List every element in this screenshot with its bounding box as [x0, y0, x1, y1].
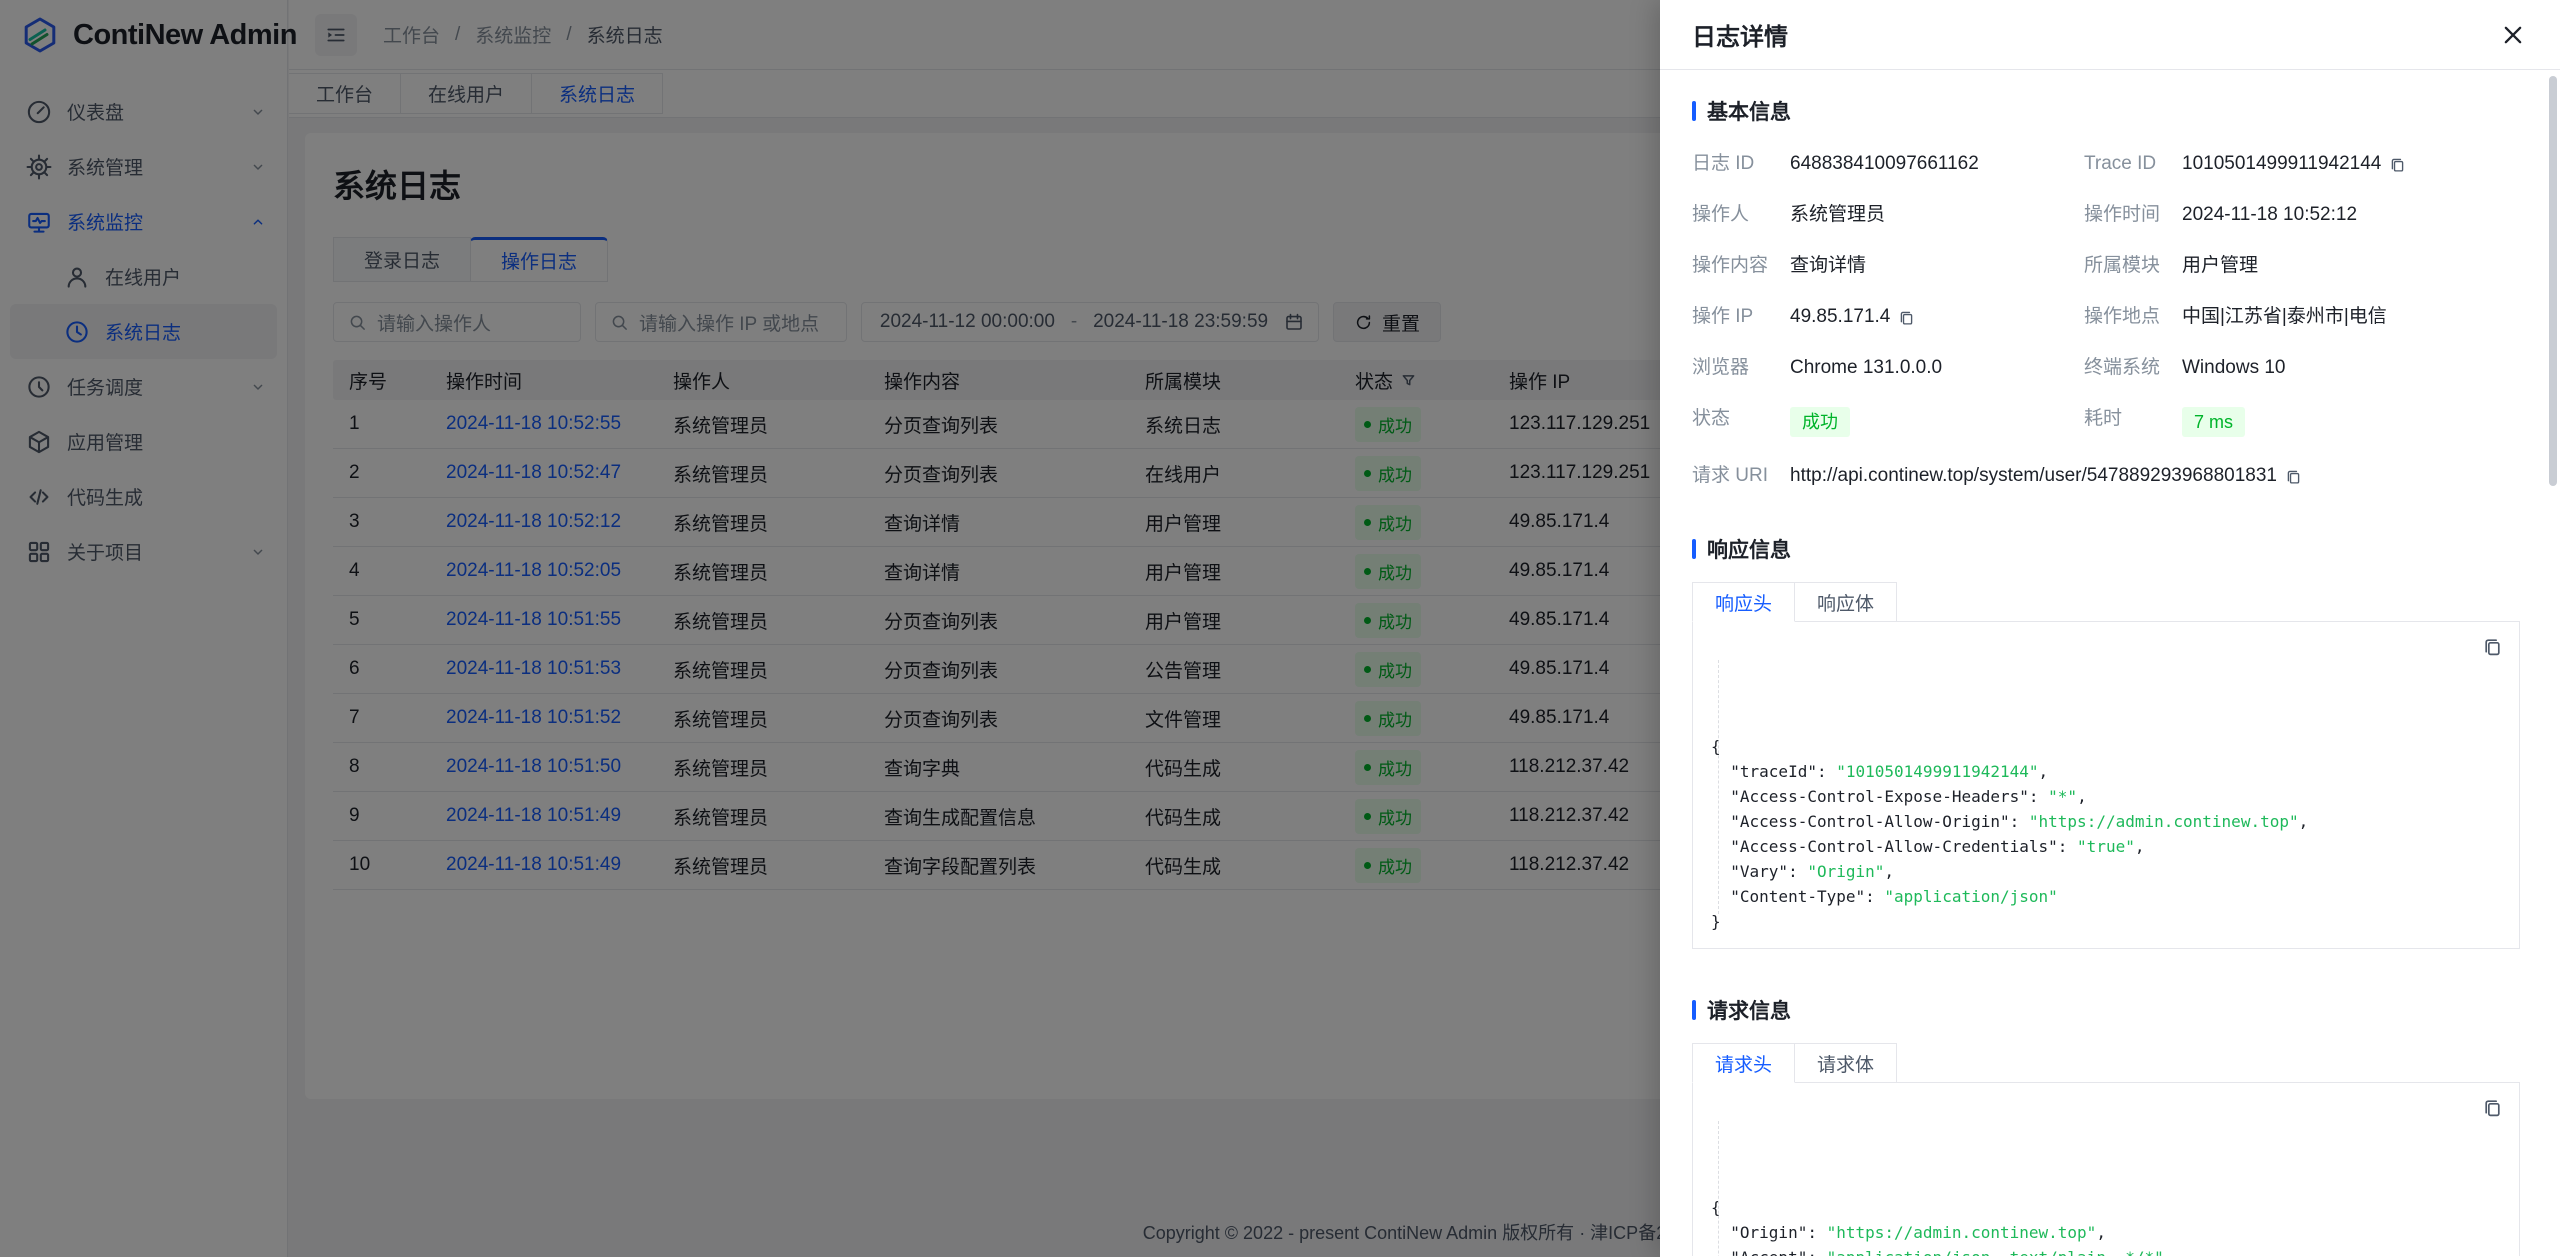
section-response-info: 响应信息	[1692, 534, 2520, 564]
tab-request-headers[interactable]: 请求头	[1692, 1043, 1795, 1083]
location-value: 中国|江苏省|泰州市|电信	[2182, 305, 2387, 329]
browser-value: Chrome 131.0.0.0	[1790, 356, 1942, 380]
code-line: }	[1711, 909, 2501, 934]
code-line: "Vary": "Origin",	[1711, 859, 2501, 884]
code-line: {	[1711, 734, 2501, 759]
drawer-body: 基本信息 日志 ID648838410097661162 Trace ID101…	[1660, 70, 2560, 1256]
code-line: "traceId": "1010501499911942144",	[1711, 759, 2501, 784]
copy-icon[interactable]	[1898, 309, 1915, 326]
basic-info-grid: 日志 ID648838410097661162 Trace ID10105014…	[1692, 152, 2520, 488]
field-label: 操作地点	[2084, 305, 2182, 329]
section-accent-bar	[1692, 1000, 1696, 1020]
log-detail-drawer: 日志详情 基本信息 日志 ID648838410097661162 Trace …	[1660, 0, 2560, 1257]
log-id-value: 648838410097661162	[1790, 152, 1979, 176]
tab-request-body[interactable]: 请求体	[1795, 1043, 1897, 1083]
code-line: "Access-Control-Allow-Credentials": "tru…	[1711, 834, 2501, 859]
module-value: 用户管理	[2182, 254, 2258, 278]
drawer-title: 日志详情	[1692, 17, 1788, 52]
close-icon[interactable]	[2500, 22, 2526, 48]
response-headers-code: { "traceId": "1010501499911942144", "Acc…	[1692, 621, 2520, 949]
field-label: 浏览器	[1692, 356, 1790, 380]
section-basic-info: 基本信息	[1692, 96, 2520, 126]
trace-id-value: 1010501499911942144	[2182, 152, 2381, 176]
field-label: 耗时	[2084, 407, 2182, 437]
operator-value: 系统管理员	[1790, 203, 1885, 227]
ip-value: 49.85.171.4	[1790, 305, 1890, 329]
tab-response-body[interactable]: 响应体	[1795, 582, 1897, 622]
request-uri-value: http://api.continew.top/system/user/5478…	[1790, 464, 2277, 488]
code-line: "Accept": "application/json, text/plain,…	[1711, 1245, 2501, 1256]
code-line: "Access-Control-Allow-Origin": "https://…	[1711, 809, 2501, 834]
section-title: 请求信息	[1707, 995, 1791, 1025]
indent-guide	[1718, 660, 1719, 914]
response-tabs: 响应头 响应体	[1692, 582, 2520, 622]
op-time-value: 2024-11-18 10:52:12	[2182, 203, 2357, 227]
code-line: {	[1711, 1195, 2501, 1220]
request-tabs: 请求头 请求体	[1692, 1043, 2520, 1083]
section-accent-bar	[1692, 101, 1696, 121]
field-label: 操作内容	[1692, 254, 1790, 278]
section-accent-bar	[1692, 539, 1696, 559]
section-request-info: 请求信息	[1692, 995, 2520, 1025]
copy-icon[interactable]	[2285, 468, 2302, 485]
status-badge: 成功	[1790, 407, 1850, 437]
copy-icon[interactable]	[2389, 156, 2406, 173]
os-value: Windows 10	[2182, 356, 2286, 380]
code-line: "Origin": "https://admin.continew.top",	[1711, 1220, 2501, 1245]
action-value: 查询详情	[1790, 254, 1866, 278]
code-line: "Content-Type": "application/json"	[1711, 884, 2501, 909]
field-label: 所属模块	[2084, 254, 2182, 278]
drawer-header: 日志详情	[1660, 0, 2560, 70]
code-line: "Access-Control-Expose-Headers": "*",	[1711, 784, 2501, 809]
field-label: 状态	[1692, 407, 1790, 437]
copy-icon[interactable]	[2482, 636, 2503, 657]
section-title: 基本信息	[1707, 96, 1791, 126]
elapsed-badge: 7 ms	[2182, 407, 2245, 437]
copy-icon[interactable]	[2482, 1097, 2503, 1118]
field-label: Trace ID	[2084, 152, 2182, 176]
field-label: 操作人	[1692, 203, 1790, 227]
field-label: 操作时间	[2084, 203, 2182, 227]
field-label: 日志 ID	[1692, 152, 1790, 176]
field-label: 终端系统	[2084, 356, 2182, 380]
request-headers-code: { "Origin": "https://admin.continew.top"…	[1692, 1082, 2520, 1256]
section-title: 响应信息	[1707, 534, 1791, 564]
drawer-scrollbar[interactable]	[2549, 76, 2557, 486]
indent-guide	[1718, 1121, 1719, 1256]
tab-response-headers[interactable]: 响应头	[1692, 582, 1795, 622]
field-label: 请求 URI	[1692, 464, 1790, 488]
field-label: 操作 IP	[1692, 305, 1790, 329]
